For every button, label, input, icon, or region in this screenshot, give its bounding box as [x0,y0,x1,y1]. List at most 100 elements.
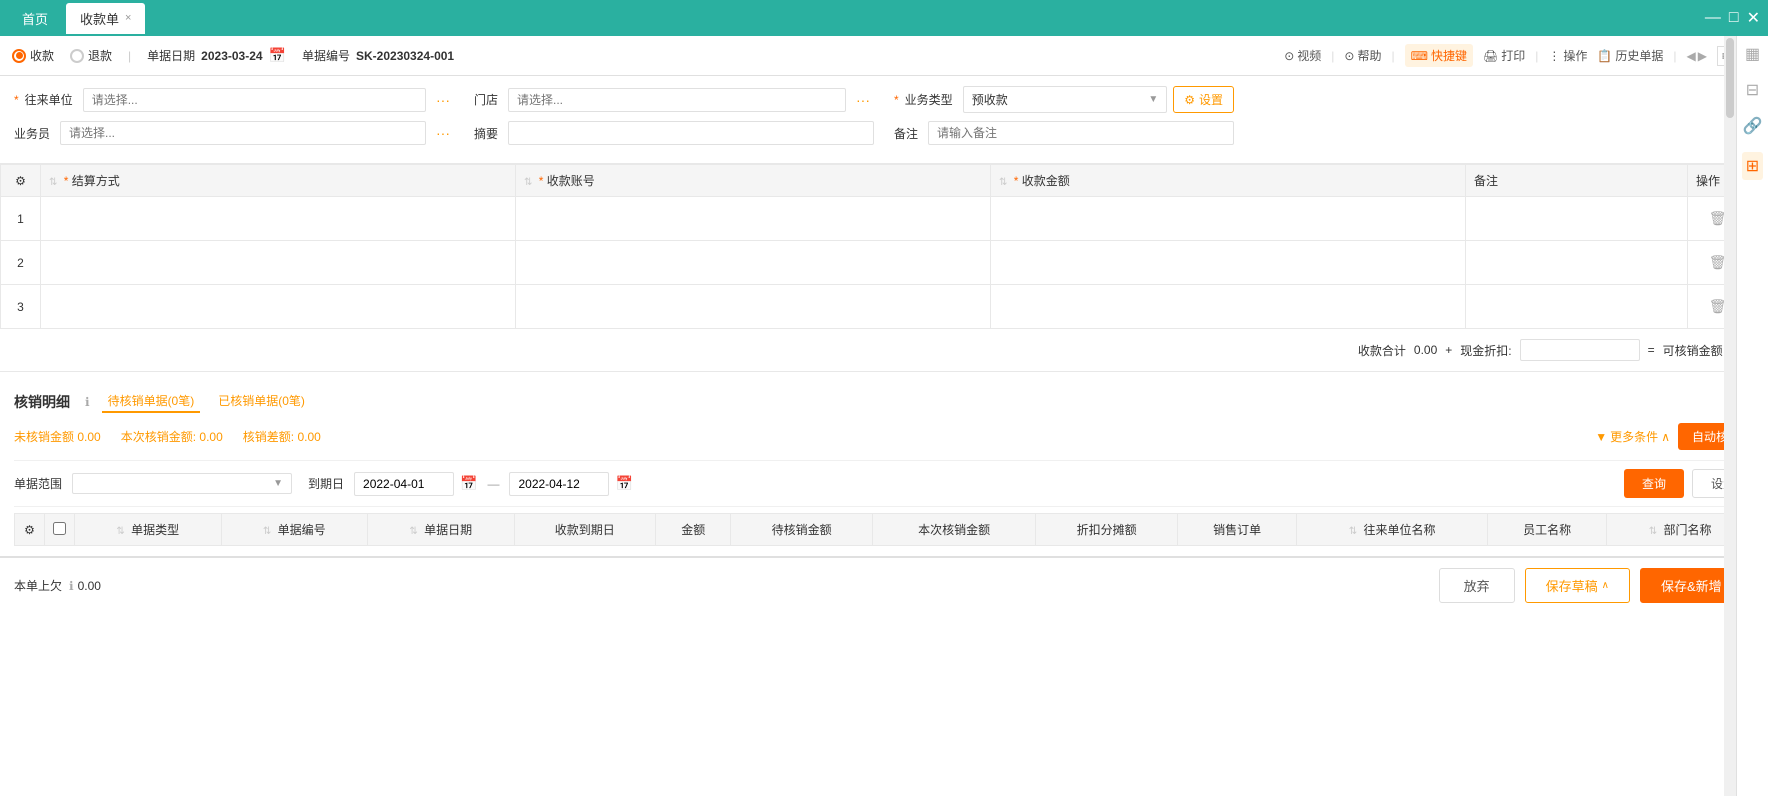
tab-active[interactable]: 收款单 × [66,3,145,34]
video-icon: ⊙ [1284,49,1294,63]
row-amount-3[interactable] [991,285,1466,329]
minimize-icon[interactable]: — [1705,9,1721,27]
help-label: 帮助 [1357,47,1381,64]
sidebar-expand-icon[interactable]: ⊞ [1742,152,1763,180]
abandon-button[interactable]: 放弃 [1439,568,1515,603]
date-value[interactable]: 2023-03-24 [201,49,262,63]
store-more-icon[interactable]: ··· [852,92,874,108]
tab-home[interactable]: 首页 [8,3,62,34]
th-checkbox[interactable] [45,514,75,546]
th-check-gear[interactable]: ⚙ [15,514,45,546]
footer-info-icon[interactable]: ℹ [69,579,74,593]
video-btn[interactable]: ⊙ 视频 [1284,47,1321,64]
summary-input[interactable] [508,121,874,145]
select-all-checkbox[interactable] [53,522,66,535]
sidebar-link-icon[interactable]: 🔗 [1743,116,1763,136]
settings-icon: ⚙ [1184,93,1195,107]
settings-label: 设置 [1199,91,1223,108]
th-discount: 折扣分摊额 [1036,514,1177,546]
row-remark-2[interactable] [1466,241,1688,285]
help-btn[interactable]: ⊙ 帮助 [1344,47,1381,64]
scrollbar[interactable] [1724,36,1736,796]
row-num-3: 3 [1,285,41,329]
save-new-label: 保存&新增 [1661,576,1722,595]
party-more-icon[interactable]: ··· [432,92,454,108]
save-draft-button[interactable]: 保存草稿 ∧ [1525,568,1630,603]
sidebar-list-icon[interactable]: ⊟ [1746,80,1759,100]
receipt-table: ⚙ ⇅ * 结算方式 ⇅ * 收款账号 ⇅ * 收款 [0,164,1768,329]
toolbar: 收款 退款 | 单据日期 2023-03-24 📅 单据编号 SK-202303… [0,36,1768,76]
footer-right: 放弃 保存草稿 ∧ 保存&新增 ∧ [1439,568,1754,603]
refund-radio[interactable]: 退款 [70,47,112,64]
operation-btn[interactable]: ⋮ 操作 [1548,47,1587,64]
date-field: 单据日期 2023-03-24 📅 [147,47,286,64]
print-btn[interactable]: 🖨 打印 [1483,47,1525,64]
writeoff-info-icon[interactable]: ℹ [85,395,90,409]
row-settlement-3[interactable] [41,285,516,329]
help-icon: ⊙ [1344,49,1354,63]
table-gear-header[interactable]: ⚙ [1,165,41,197]
table-row: 1 🗑 ⊕ [1,197,1768,241]
staff-more-icon[interactable]: ··· [432,125,454,141]
nav-next-icon[interactable]: ▶ [1698,49,1707,63]
biz-select[interactable]: 预收款 ▼ [963,86,1168,113]
date-to-icon[interactable]: 📅 [615,475,632,492]
row-remark-3[interactable] [1466,285,1688,329]
range-chevron-icon: ▼ [273,478,283,489]
current-label: 本次核销金额: [121,430,196,444]
calendar-icon[interactable]: 📅 [269,47,286,64]
range-select[interactable]: ▼ [72,473,292,494]
receipt-radio-dot [16,52,23,59]
th-doc-no: ⇅ 单据编号 [221,514,368,546]
row-account-3[interactable] [516,285,991,329]
no-value[interactable]: SK-20230324-001 [356,49,454,63]
row-account-1[interactable] [516,197,991,241]
no-label: 单据编号 [302,47,350,64]
total-due-value: 0.00 [78,579,101,593]
discount-input[interactable] [1520,339,1640,361]
receipt-radio[interactable]: 收款 [12,47,54,64]
th-settlement: ⇅ * 结算方式 [41,165,516,197]
date-label: 单据日期 [147,47,195,64]
scroll-thumb[interactable] [1726,38,1734,118]
operation-icon: ⋮ [1548,49,1560,63]
sep4: | [1535,49,1538,63]
date-to-input[interactable] [509,472,609,496]
shortcut-btn[interactable]: ⌨ 快捷键 [1405,44,1473,67]
row-settlement-2[interactable] [41,241,516,285]
sep5: | [1673,49,1676,63]
sort-doc-no: ⇅ [263,526,271,537]
more-conditions-btn[interactable]: ▼ 更多条件 ∧ [1595,428,1670,445]
note-input[interactable] [928,121,1234,145]
gear-icon: ⚙ [15,174,26,188]
sort-doc-type: ⇅ [116,526,124,537]
row-amount-1[interactable] [991,197,1466,241]
main-content: 收款 退款 | 单据日期 2023-03-24 📅 单据编号 SK-202303… [0,36,1768,796]
due-label: 到期日 [308,475,348,492]
row-settlement-1[interactable] [41,197,516,241]
history-btn[interactable]: 📋 历史单据 [1597,47,1663,64]
tab-active-label: 收款单 [80,9,119,28]
nav-prev-icon[interactable]: ◀ [1686,49,1695,63]
row-amount-2[interactable] [991,241,1466,285]
date-from-icon[interactable]: 📅 [460,475,477,492]
th-current-amount: 本次核销金额 [872,514,1036,546]
close-icon[interactable]: ✕ [1747,8,1760,28]
settings-button[interactable]: ⚙ 设置 [1173,86,1234,113]
date-from-input[interactable] [354,472,454,496]
row-remark-1[interactable] [1466,197,1688,241]
form-row-2: 业务员 ··· 摘要 备注 [14,121,1754,145]
filter-icon: ▼ [1595,430,1607,444]
shortcut-label: 快捷键 [1431,47,1467,64]
staff-input[interactable] [60,121,426,145]
party-input[interactable] [83,88,426,112]
tab-close-icon[interactable]: × [125,12,131,24]
receipt-radio-circle [12,49,26,63]
row-account-2[interactable] [516,241,991,285]
query-button[interactable]: 查询 [1624,469,1684,498]
restore-icon[interactable]: □ [1729,9,1739,27]
sidebar-table-icon[interactable]: ▦ [1745,44,1760,64]
pending-tab[interactable]: 待核销单据(0笔) [102,390,201,413]
store-input[interactable] [508,88,846,112]
done-tab[interactable]: 已核销单据(0笔) [212,390,311,413]
